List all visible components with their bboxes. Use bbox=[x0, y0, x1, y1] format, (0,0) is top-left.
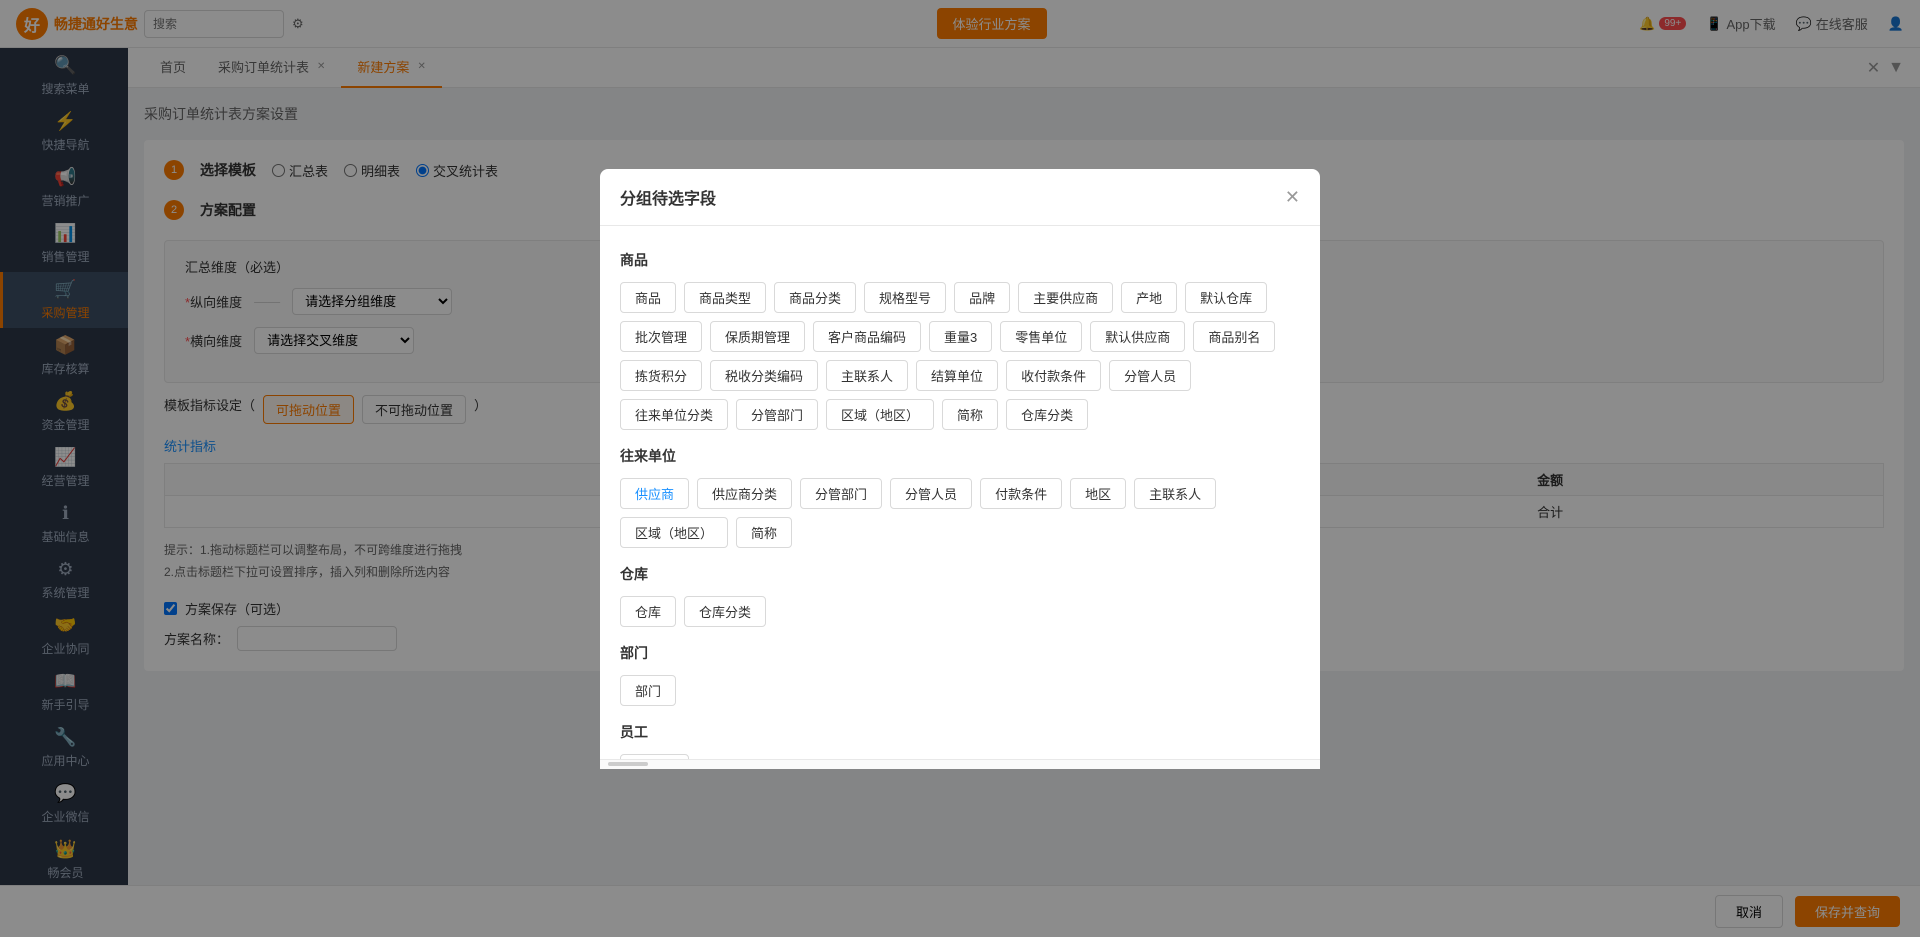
field-region[interactable]: 区域（地区） bbox=[826, 399, 934, 430]
field-grid-dept: 部门 bbox=[620, 675, 1300, 706]
field-main-contact[interactable]: 主联系人 bbox=[826, 360, 908, 391]
field-supplier[interactable]: 供应商 bbox=[620, 478, 689, 509]
modal-close-button[interactable]: ✕ bbox=[1285, 188, 1300, 206]
field-partner-payment[interactable]: 付款条件 bbox=[980, 478, 1062, 509]
field-product-type[interactable]: 商品类型 bbox=[684, 282, 766, 313]
field-partner-dept[interactable]: 分管部门 bbox=[800, 478, 882, 509]
modal-hscroll bbox=[600, 759, 1320, 769]
field-short-name[interactable]: 简称 bbox=[942, 399, 998, 430]
field-tax-code[interactable]: 税收分类编码 bbox=[710, 360, 818, 391]
field-grid-warehouse: 仓库 仓库分类 bbox=[620, 596, 1300, 627]
field-partner-region[interactable]: 地区 bbox=[1070, 478, 1126, 509]
modal-overlay: 分组待选字段 ✕ 商品 商品 商品类型 商品分类 规格型号 品牌 主要供应商 产… bbox=[0, 0, 1920, 937]
field-settlement-unit[interactable]: 结算单位 bbox=[916, 360, 998, 391]
field-default-supplier[interactable]: 默认供应商 bbox=[1090, 321, 1185, 352]
field-weight3[interactable]: 重量3 bbox=[929, 321, 992, 352]
field-default-warehouse[interactable]: 默认仓库 bbox=[1185, 282, 1267, 313]
field-department[interactable]: 部门 bbox=[620, 675, 676, 706]
field-origin[interactable]: 产地 bbox=[1121, 282, 1177, 313]
field-retail-unit[interactable]: 零售单位 bbox=[1000, 321, 1082, 352]
field-partner-contact[interactable]: 主联系人 bbox=[1134, 478, 1216, 509]
field-select-modal: 分组待选字段 ✕ 商品 商品 商品类型 商品分类 规格型号 品牌 主要供应商 产… bbox=[600, 169, 1320, 769]
field-batch-management[interactable]: 批次管理 bbox=[620, 321, 702, 352]
modal-title: 分组待选字段 bbox=[620, 185, 716, 209]
field-dept[interactable]: 分管部门 bbox=[736, 399, 818, 430]
field-quality-management[interactable]: 保质期管理 bbox=[710, 321, 805, 352]
field-product[interactable]: 商品 bbox=[620, 282, 676, 313]
section-title-employee: 员工 bbox=[620, 722, 1300, 742]
field-grid-product: 商品 商品类型 商品分类 规格型号 品牌 主要供应商 产地 默认仓库 批次管理 … bbox=[620, 282, 1300, 430]
field-brand[interactable]: 品牌 bbox=[954, 282, 1010, 313]
field-grid-partner: 供应商 供应商分类 分管部门 分管人员 付款条件 地区 主联系人 区域（地区） … bbox=[620, 478, 1300, 548]
field-pick-points[interactable]: 拣货积分 bbox=[620, 360, 702, 391]
section-title-partner: 往来单位 bbox=[620, 446, 1300, 466]
field-supervisor[interactable]: 分管人员 bbox=[1109, 360, 1191, 391]
hscroll-thumb[interactable] bbox=[608, 762, 648, 766]
section-title-warehouse: 仓库 bbox=[620, 564, 1300, 584]
field-partner-category[interactable]: 往来单位分类 bbox=[620, 399, 728, 430]
field-product-category[interactable]: 商品分类 bbox=[774, 282, 856, 313]
field-warehouse-category[interactable]: 仓库分类 bbox=[1006, 399, 1088, 430]
field-customer-product-code[interactable]: 客户商品编码 bbox=[813, 321, 921, 352]
field-warehouse[interactable]: 仓库 bbox=[620, 596, 676, 627]
field-payment-terms[interactable]: 收付款条件 bbox=[1006, 360, 1101, 391]
field-supplier-category[interactable]: 供应商分类 bbox=[697, 478, 792, 509]
section-title-dept: 部门 bbox=[620, 643, 1300, 663]
section-title-product: 商品 bbox=[620, 250, 1300, 270]
field-main-supplier[interactable]: 主要供应商 bbox=[1018, 282, 1113, 313]
field-partner-short-name[interactable]: 简称 bbox=[736, 517, 792, 548]
modal-body: 商品 商品 商品类型 商品分类 规格型号 品牌 主要供应商 产地 默认仓库 批次… bbox=[600, 226, 1320, 759]
field-partner-supervisor[interactable]: 分管人员 bbox=[890, 478, 972, 509]
field-partner-area[interactable]: 区域（地区） bbox=[620, 517, 728, 548]
field-product-alias[interactable]: 商品别名 bbox=[1193, 321, 1275, 352]
field-warehouse-cat[interactable]: 仓库分类 bbox=[684, 596, 766, 627]
field-product-spec[interactable]: 规格型号 bbox=[864, 282, 946, 313]
modal-header: 分组待选字段 ✕ bbox=[600, 169, 1320, 226]
